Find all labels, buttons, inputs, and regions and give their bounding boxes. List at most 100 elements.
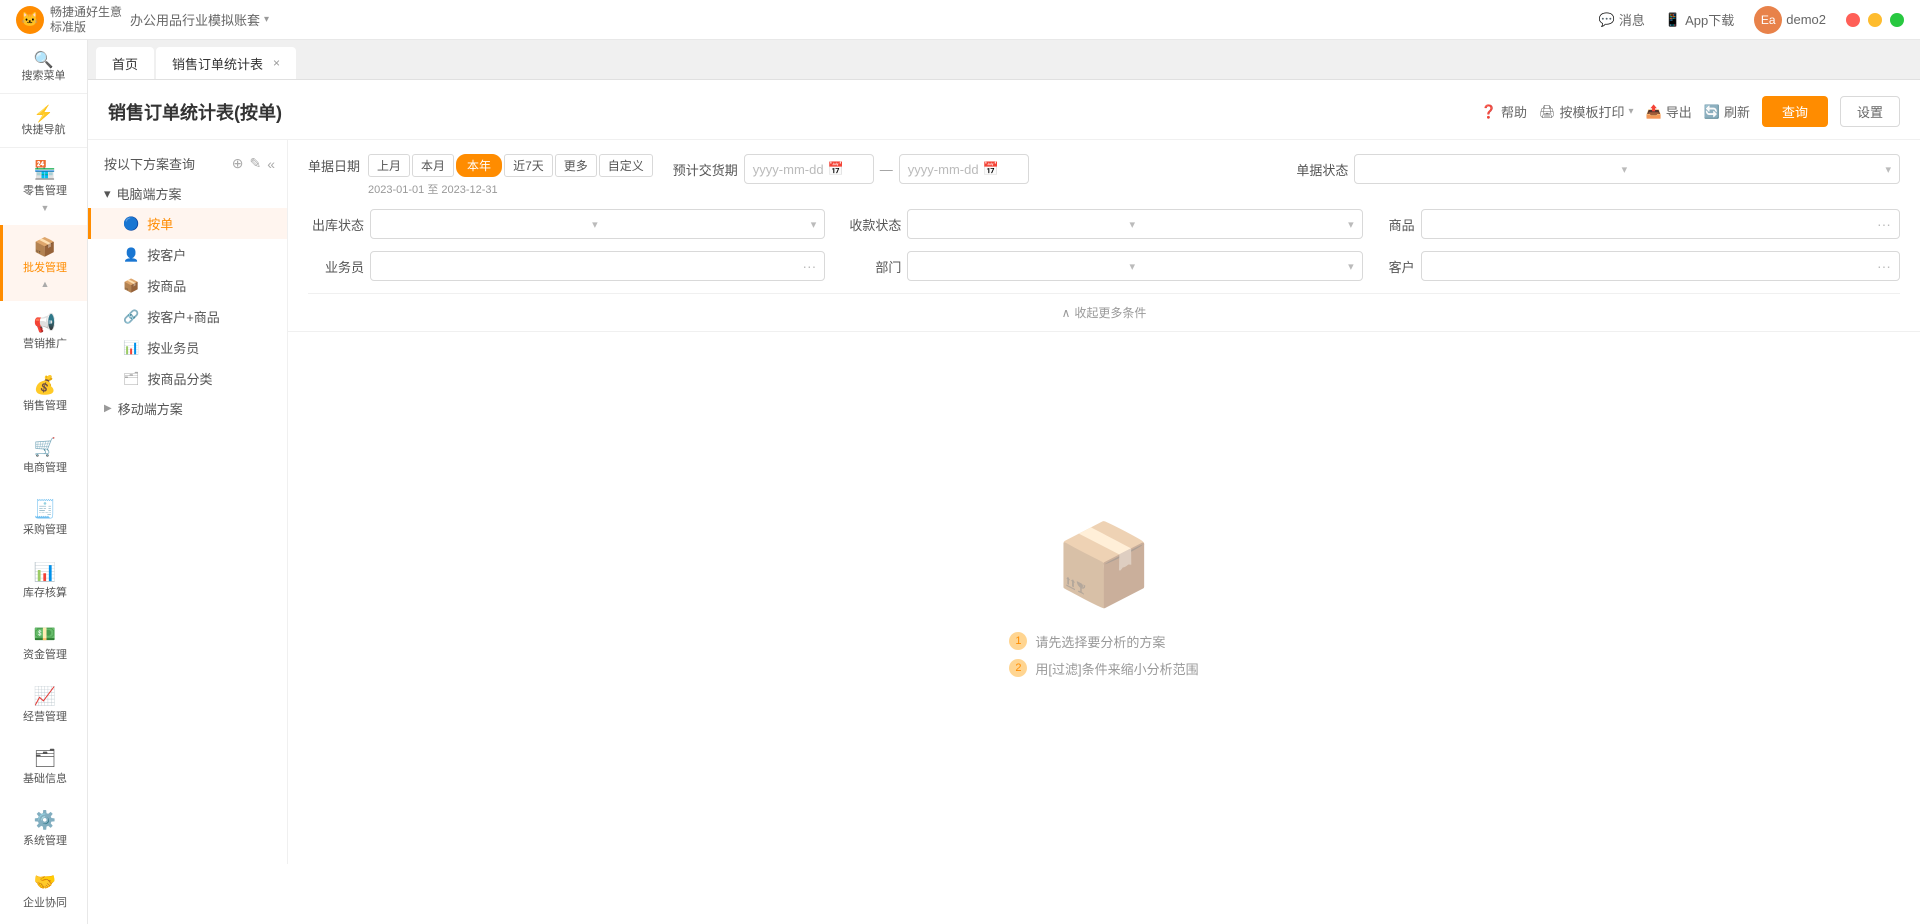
wholesale-expand-icon: ▲ bbox=[41, 279, 50, 289]
workspace-selector[interactable]: 办公用品行业模拟账套 ▾ bbox=[130, 10, 269, 29]
mobile-scheme-group[interactable]: ▶ 移动端方案 bbox=[88, 394, 287, 423]
workspace-chevron-icon: ▾ bbox=[264, 14, 269, 25]
sidebar-item-inventory[interactable]: 📊 库存核算 bbox=[0, 550, 87, 612]
date-field-row: 单据日期 上月 本月 本年 近7天 更多 自定义 bbox=[308, 154, 653, 177]
sidebar-item-wholesale[interactable]: 📦 批发管理 ▲ bbox=[0, 225, 87, 301]
window-close-btn[interactable]: × bbox=[1846, 13, 1860, 27]
product-label: 商品 bbox=[1383, 215, 1415, 234]
date-btn-this-month[interactable]: 本月 bbox=[412, 154, 454, 177]
scheme-item-by-cust-prod[interactable]: 🔗 按客户+商品 bbox=[88, 301, 287, 332]
sidebar-item-purchase[interactable]: 🧾 采购管理 bbox=[0, 487, 87, 549]
staff-dots-icon: ··· bbox=[802, 258, 816, 274]
ecommerce-icon: 🛒 bbox=[34, 437, 56, 458]
sidebar: 🔍 搜索菜单 ⚡ 快捷导航 🏪 零售管理 ▼ 📦 批发管理 ▲ 📢 营销推广 💰… bbox=[0, 40, 88, 924]
settings-btn[interactable]: 设置 bbox=[1840, 96, 1900, 127]
doc-status-select[interactable]: ▾ bbox=[1354, 154, 1900, 184]
customer-group: 客户 ··· bbox=[1383, 251, 1900, 281]
phone-icon: 📱 bbox=[1665, 12, 1681, 28]
logo-area: 🐱 畅捷通好生意 标准版 bbox=[16, 5, 122, 34]
page-inner: 销售订单统计表(按单) ❓ 帮助 🖨 按模板打印 ▾ 📤 bbox=[88, 80, 1920, 924]
add-scheme-btn[interactable]: ⊕ bbox=[232, 155, 244, 172]
tab-close-btn[interactable]: × bbox=[273, 56, 280, 70]
right-panel: 单据日期 上月 本月 本年 近7天 更多 自定义 bbox=[288, 140, 1920, 864]
mobile-chevron-icon: ▶ bbox=[104, 403, 112, 414]
scheme-item-by-staff[interactable]: 📊 按业务员 bbox=[88, 332, 287, 363]
query-btn[interactable]: 查询 bbox=[1762, 96, 1828, 127]
sidebar-item-ecommerce[interactable]: 🛒 电商管理 bbox=[0, 425, 87, 487]
scheme-item-by-customer[interactable]: 👤 按客户 bbox=[88, 239, 287, 270]
refresh-btn[interactable]: 🔄 刷新 bbox=[1704, 102, 1750, 121]
expected-date-end[interactable]: yyyy-mm-dd 📅 bbox=[899, 154, 1029, 184]
sidebar-item-basic[interactable]: 🗂 基础信息 bbox=[0, 736, 87, 798]
purchase-label: 采购管理 bbox=[23, 524, 67, 537]
dept-select[interactable]: ▾ bbox=[907, 251, 1362, 281]
message-btn[interactable]: 💬 消息 bbox=[1599, 10, 1645, 29]
purchase-icon: 🧾 bbox=[34, 499, 56, 520]
scheme-item-by-order[interactable]: 🔵 按单 bbox=[88, 208, 287, 239]
panel-header-label: 按以下方案查询 bbox=[104, 154, 195, 173]
collapse-up-icon: ∧ bbox=[1062, 306, 1071, 320]
page-header: 销售订单统计表(按单) ❓ 帮助 🖨 按模板打印 ▾ 📤 bbox=[88, 80, 1920, 140]
refresh-label: 刷新 bbox=[1724, 102, 1750, 121]
user-avatar: Ea bbox=[1754, 6, 1782, 34]
date-btn-more[interactable]: 更多 bbox=[555, 154, 597, 177]
expected-date-start[interactable]: yyyy-mm-dd 📅 bbox=[744, 154, 874, 184]
edit-scheme-btn[interactable]: ✎ bbox=[249, 155, 261, 172]
empty-tip-2: 2 用[过滤]条件来缩小分析范围 bbox=[1009, 659, 1198, 678]
tab-bar: 首页 销售订单统计表 × bbox=[88, 40, 1920, 80]
mobile-scheme-label: 移动端方案 bbox=[118, 399, 183, 418]
product-select[interactable]: ··· bbox=[1421, 209, 1900, 239]
scheme-custprod-icon: 🔗 bbox=[123, 309, 139, 325]
payment-status-select[interactable]: ▾ bbox=[907, 209, 1362, 239]
staff-select[interactable]: ··· bbox=[370, 251, 825, 281]
collapse-filter-btn[interactable]: ∧ 收起更多条件 bbox=[308, 293, 1900, 331]
sidebar-item-retail[interactable]: 🏪 零售管理 ▼ bbox=[0, 148, 87, 224]
body-area: 按以下方案查询 ⊕ ✎ « ▾ 电脑端方案 bbox=[88, 140, 1920, 864]
window-max-btn[interactable]: □ bbox=[1890, 13, 1904, 27]
date-btn-last-month[interactable]: 上月 bbox=[368, 154, 410, 177]
doc-status-group: 单据状态 ▾ bbox=[1296, 154, 1900, 184]
date-btn-custom[interactable]: 自定义 bbox=[599, 154, 653, 177]
template-print-btn[interactable]: 🖨 按模板打印 ▾ bbox=[1539, 102, 1634, 121]
help-icon: ❓ bbox=[1481, 104, 1497, 120]
payment-chevron-icon: ▾ bbox=[1129, 218, 1135, 231]
filter-row-3: 业务员 ··· 部门 bbox=[308, 251, 1900, 281]
collapse-panel-btn[interactable]: « bbox=[267, 156, 275, 172]
user-profile[interactable]: Ea demo2 bbox=[1754, 6, 1826, 34]
scheme-group-desktop: ▾ 电脑端方案 🔵 按单 👤 按客户 bbox=[88, 179, 287, 394]
scheme-item-by-product[interactable]: 📦 按商品 bbox=[88, 270, 287, 301]
sidebar-search-item[interactable]: 🔍 搜索菜单 bbox=[0, 40, 87, 94]
quick-nav-label: 快捷导航 bbox=[8, 124, 79, 137]
help-btn[interactable]: ❓ 帮助 bbox=[1481, 102, 1527, 121]
scheme-item-by-category[interactable]: 🗂 按商品分类 bbox=[88, 363, 287, 394]
app-download-btn[interactable]: 📱 App下载 bbox=[1665, 10, 1734, 29]
date-btn-last-7[interactable]: 近7天 bbox=[504, 154, 553, 177]
sidebar-item-finance[interactable]: 💵 资金管理 bbox=[0, 612, 87, 674]
sidebar-item-sales[interactable]: 💰 销售管理 bbox=[0, 363, 87, 425]
scheme-staff-label: 按业务员 bbox=[147, 338, 199, 357]
page-title: 销售订单统计表(按单) bbox=[108, 99, 282, 125]
customer-select[interactable]: ··· bbox=[1421, 251, 1900, 281]
scheme-order-icon: 🔵 bbox=[123, 216, 139, 232]
export-btn[interactable]: 📤 导出 bbox=[1646, 102, 1692, 121]
tab-sales-stats[interactable]: 销售订单统计表 × bbox=[156, 47, 296, 79]
staff-group: 业务员 ··· bbox=[308, 251, 825, 281]
sidebar-item-enterprise[interactable]: 🤝 企业协同 bbox=[0, 860, 87, 922]
print-icon: 🖨 bbox=[1539, 104, 1556, 120]
page-actions: ❓ 帮助 🖨 按模板打印 ▾ 📤 导出 🔄 bbox=[1481, 96, 1900, 127]
ship-chevron-icon: ▾ bbox=[592, 218, 598, 231]
sidebar-item-system[interactable]: ⚙️ 系统管理 bbox=[0, 798, 87, 860]
help-label: 帮助 bbox=[1501, 102, 1527, 121]
date-btn-this-year[interactable]: 本年 bbox=[456, 154, 502, 177]
message-icon: 💬 bbox=[1599, 12, 1615, 28]
scheme-group-desktop-header[interactable]: ▾ 电脑端方案 bbox=[88, 179, 287, 208]
sidebar-item-marketing[interactable]: 📢 营销推广 bbox=[0, 301, 87, 363]
tab-home[interactable]: 首页 bbox=[96, 47, 154, 79]
collapse-text: 收起更多条件 bbox=[1074, 304, 1146, 321]
sidebar-quick-nav-item[interactable]: ⚡ 快捷导航 bbox=[0, 94, 87, 148]
expected-date-start-placeholder: yyyy-mm-dd bbox=[753, 162, 824, 177]
sidebar-item-operations[interactable]: 📈 经营管理 bbox=[0, 674, 87, 736]
window-min-btn[interactable]: – bbox=[1868, 13, 1882, 27]
ship-status-select[interactable]: ▾ bbox=[370, 209, 825, 239]
marketing-label: 营销推广 bbox=[23, 338, 67, 351]
